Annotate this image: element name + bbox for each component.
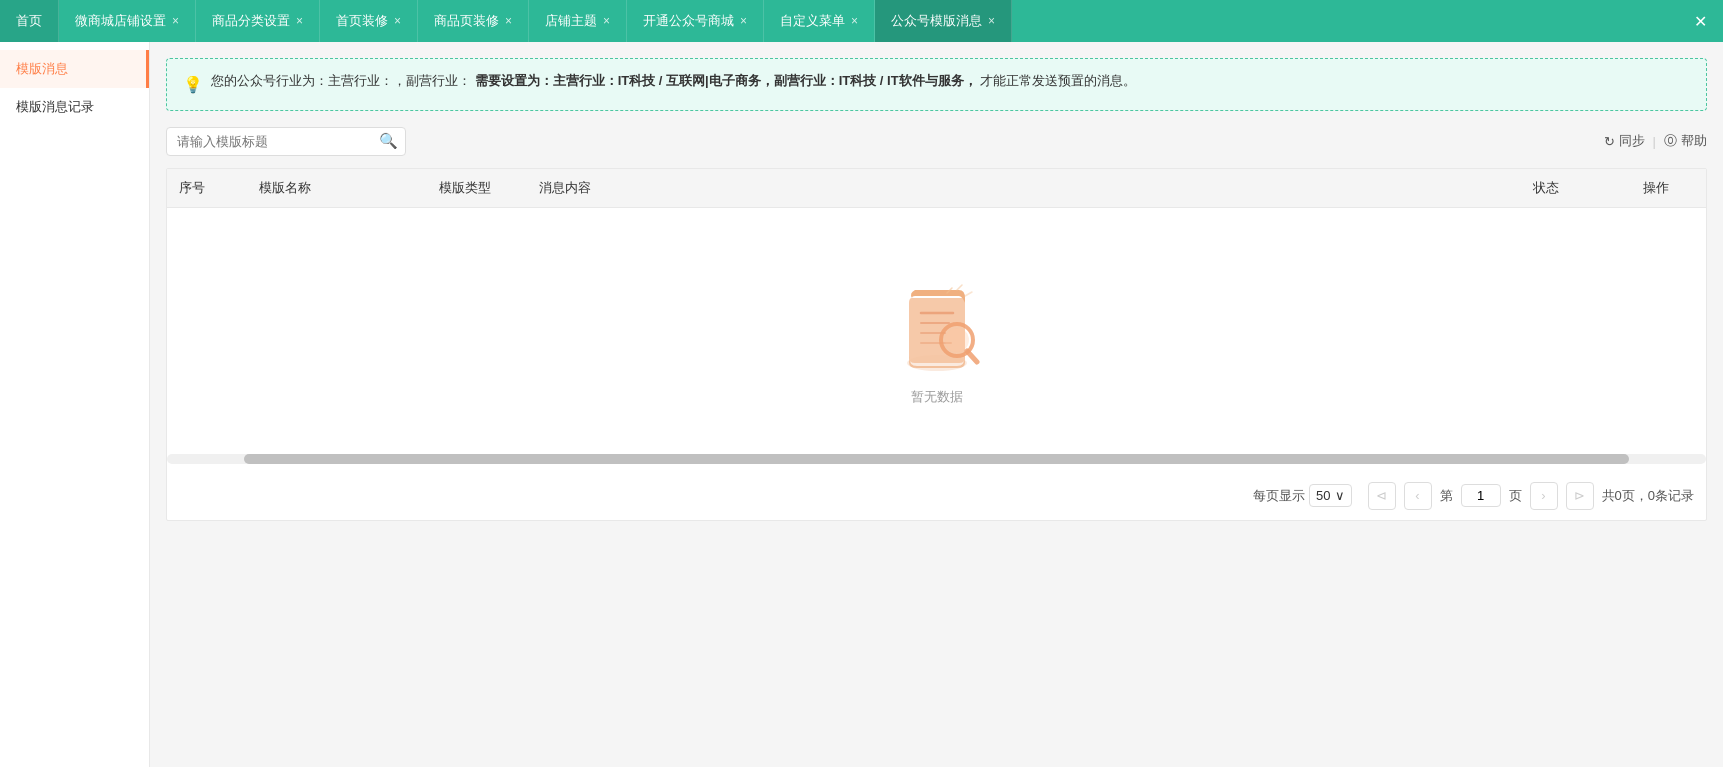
sync-label: 同步	[1619, 132, 1645, 150]
nav-tab-home-decor-label: 首页装修	[336, 12, 388, 30]
nav-tab-product-decor-close[interactable]: ×	[505, 14, 512, 28]
nav-tab-theme-label: 店铺主题	[545, 12, 597, 30]
page-prefix-label: 第	[1440, 487, 1453, 505]
nav-tab-theme[interactable]: 店铺主题 ×	[529, 0, 627, 42]
notice-suffix: 才能正常发送预置的消息。	[980, 73, 1136, 88]
top-navigation: 首页 微商城店铺设置 × 商品分类设置 × 首页装修 × 商品页装修 × 店铺主…	[0, 0, 1723, 42]
nav-tab-store-settings-close[interactable]: ×	[172, 14, 179, 28]
page-suffix-label: 页	[1509, 487, 1522, 505]
help-label: 帮助	[1681, 132, 1707, 150]
horizontal-scrollbar[interactable]	[167, 454, 1706, 464]
notice-box: 💡 您的公众号行业为：主营行业：，副营行业： 需要设置为：主营行业：IT科技 /…	[166, 58, 1707, 111]
notice-prefix: 您的公众号行业为：主营行业：，副营行业：	[211, 73, 471, 88]
search-actions: ↻ 同步 | ⓪ 帮助	[1604, 132, 1707, 150]
nav-tab-template-msg[interactable]: 公众号模版消息 ×	[875, 0, 1012, 42]
prev-page-button[interactable]: ‹	[1404, 482, 1432, 510]
page-size-select[interactable]: 50 ∨	[1309, 484, 1351, 507]
main-layout: 模版消息 模版消息记录 💡 您的公众号行业为：主营行业：，副营行业： 需要设置为…	[0, 42, 1723, 767]
nav-tab-home-decor-close[interactable]: ×	[394, 14, 401, 28]
first-page-button[interactable]: ⊲	[1368, 482, 1396, 510]
th-type: 模版类型	[427, 169, 527, 207]
nav-tab-template-msg-label: 公众号模版消息	[891, 12, 982, 30]
nav-tab-store-settings-label: 微商城店铺设置	[75, 12, 166, 30]
close-all-tabs-button[interactable]: ✕	[1678, 12, 1723, 31]
svg-point-6	[945, 328, 969, 352]
page-size-label: 每页显示	[1253, 487, 1305, 505]
page-size-value: 50	[1316, 488, 1330, 503]
th-action: 操作	[1606, 169, 1706, 207]
next-page-button[interactable]: ›	[1530, 482, 1558, 510]
notice-text: 您的公众号行业为：主营行业：，副营行业： 需要设置为：主营行业：IT科技 / 互…	[211, 71, 1136, 92]
search-icon[interactable]: 🔍	[379, 132, 398, 150]
svg-line-9	[957, 285, 962, 290]
notice-highlight: 需要设置为：主营行业：IT科技 / 互联网|电子商务，副营行业：IT科技 / I…	[475, 73, 977, 88]
pagination: 每页显示 50 ∨ ⊲ ‹ 第 页 › ⊳ 共0页，0条记录	[167, 472, 1706, 520]
search-input[interactable]	[166, 127, 406, 156]
help-icon: ⓪	[1664, 132, 1677, 150]
pagination-total: 共0页，0条记录	[1602, 487, 1694, 505]
nav-tab-custom-menu-close[interactable]: ×	[851, 14, 858, 28]
nav-tab-theme-close[interactable]: ×	[603, 14, 610, 28]
nav-tab-category-label: 商品分类设置	[212, 12, 290, 30]
sidebar: 模版消息 模版消息记录	[0, 42, 150, 767]
nav-tab-home[interactable]: 首页	[0, 0, 59, 42]
nav-tab-product-decor-label: 商品页装修	[434, 12, 499, 30]
nav-tab-category[interactable]: 商品分类设置 ×	[196, 0, 320, 42]
chevron-down-icon: ∨	[1335, 488, 1345, 503]
sidebar-item-template-msg-label: 模版消息	[16, 61, 68, 76]
nav-tab-custom-menu[interactable]: 自定义菜单 ×	[764, 0, 875, 42]
nav-tab-home-label: 首页	[16, 12, 42, 30]
empty-text: 暂无数据	[911, 388, 963, 406]
svg-line-10	[965, 292, 972, 296]
page-number-input[interactable]	[1461, 484, 1501, 507]
actions-divider: |	[1653, 134, 1656, 149]
search-input-wrap: 🔍	[166, 127, 406, 156]
empty-state: 暂无数据	[167, 208, 1706, 446]
nav-tab-product-decor[interactable]: 商品页装修 ×	[418, 0, 529, 42]
sidebar-item-template-msg-records[interactable]: 模版消息记录	[0, 88, 149, 126]
search-bar: 🔍 ↻ 同步 | ⓪ 帮助	[166, 127, 1707, 156]
data-table: 序号 模版名称 模版类型 消息内容 状态 操作	[166, 168, 1707, 521]
nav-tab-open-wechat-label: 开通公众号商城	[643, 12, 734, 30]
nav-tab-open-wechat-close[interactable]: ×	[740, 14, 747, 28]
nav-tab-category-close[interactable]: ×	[296, 14, 303, 28]
page-size-control: 每页显示 50 ∨	[1253, 484, 1351, 507]
th-name: 模版名称	[247, 169, 427, 207]
th-status: 状态	[1486, 169, 1606, 207]
th-seq: 序号	[167, 169, 247, 207]
help-button[interactable]: ⓪ 帮助	[1664, 132, 1707, 150]
nav-tab-custom-menu-label: 自定义菜单	[780, 12, 845, 30]
scrollbar-thumb	[244, 454, 1629, 464]
nav-tab-home-decor[interactable]: 首页装修 ×	[320, 0, 418, 42]
nav-tab-open-wechat[interactable]: 开通公众号商城 ×	[627, 0, 764, 42]
sync-icon: ↻	[1604, 134, 1615, 149]
sidebar-item-template-msg[interactable]: 模版消息	[0, 50, 149, 88]
content-area: 💡 您的公众号行业为：主营行业：，副营行业： 需要设置为：主营行业：IT科技 /…	[150, 42, 1723, 767]
table-header: 序号 模版名称 模版类型 消息内容 状态 操作	[167, 169, 1706, 208]
nav-tab-store-settings[interactable]: 微商城店铺设置 ×	[59, 0, 196, 42]
last-page-button[interactable]: ⊳	[1566, 482, 1594, 510]
nav-tab-template-msg-close[interactable]: ×	[988, 14, 995, 28]
empty-illustration	[877, 268, 997, 388]
sync-button[interactable]: ↻ 同步	[1604, 132, 1645, 150]
th-content: 消息内容	[527, 169, 1486, 207]
sidebar-item-template-msg-records-label: 模版消息记录	[16, 99, 94, 114]
notice-icon: 💡	[183, 72, 203, 98]
svg-line-7	[967, 351, 977, 362]
